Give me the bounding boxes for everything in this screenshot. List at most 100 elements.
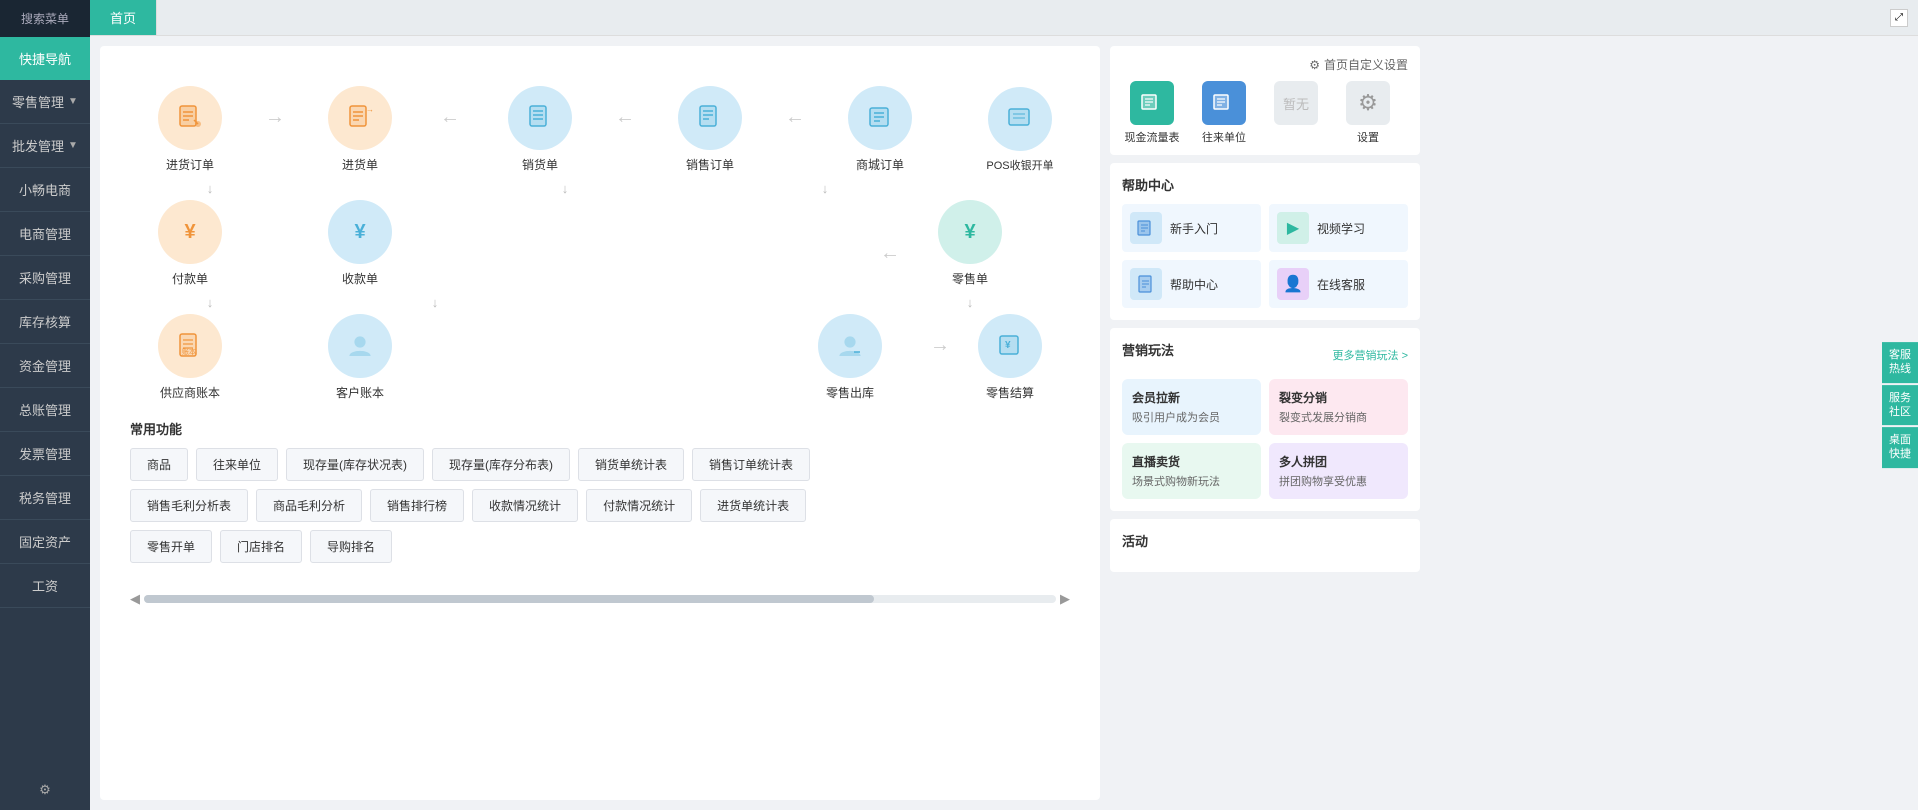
- quick-access-settings[interactable]: ⚙ 首页自定义设置: [1122, 56, 1408, 73]
- scroll-thumb: [144, 595, 874, 603]
- purchase-icon: →: [328, 86, 392, 150]
- flow-node-retail-out[interactable]: 零售出库: [790, 314, 910, 401]
- flow-node-customer-book[interactable]: 客户账本: [300, 314, 420, 401]
- retail-settle-icon: ¥: [978, 314, 1042, 378]
- sidebar-nav-item[interactable]: 快捷导航: [0, 37, 90, 80]
- supplier-book-icon: 账本: [158, 314, 222, 378]
- sidebar-item-salary[interactable]: 工资: [0, 564, 90, 608]
- functions-row2: 销售毛利分析表 商品毛利分析 销售排行榜 收款情况统计 付款情况统计 进货单统计…: [130, 489, 1070, 522]
- help-item-video[interactable]: ▶ 视频学习: [1269, 204, 1408, 252]
- help-item-help[interactable]: 帮助中心: [1122, 260, 1261, 308]
- float-btn-desktop[interactable]: 桌面快捷: [1882, 427, 1918, 468]
- btn-sale-stat[interactable]: 销货单统计表: [578, 448, 684, 481]
- svg-text:账本: 账本: [182, 347, 196, 356]
- payment-icon: ¥: [158, 200, 222, 264]
- sidebar-item-purchase[interactable]: 采购管理: [0, 256, 90, 300]
- qa-item-none[interactable]: 暂无 暂无: [1266, 81, 1326, 145]
- activity-title: 活动: [1122, 531, 1408, 550]
- sidebar-item-ecom2[interactable]: 电商管理: [0, 212, 90, 256]
- quick-access-section: ⚙ 首页自定义设置 现金流量表: [1110, 46, 1420, 155]
- sidebar-item-wholesale[interactable]: 批发管理 ▼: [0, 124, 90, 168]
- flow-node-sale[interactable]: 销货单: [480, 86, 600, 173]
- btn-stock-status[interactable]: 现存量(库存状况表): [286, 448, 424, 481]
- flow-node-receipt[interactable]: ¥ 收款单: [300, 200, 420, 287]
- qa-item-counterpart[interactable]: 往来单位: [1194, 81, 1254, 145]
- down-arrow-sales-order: ↓: [500, 181, 630, 196]
- btn-purchase-stat[interactable]: 进货单统计表: [700, 489, 806, 522]
- tab-home[interactable]: 首页: [90, 0, 157, 35]
- flow-node-purchase[interactable]: → 进货单: [300, 86, 420, 173]
- float-btn-community[interactable]: 服务社区: [1882, 385, 1918, 426]
- marketing-header: 营销玩法 更多营销玩法 >: [1122, 340, 1408, 369]
- marketing-grid: 会员拉新 吸引用户成为会员 裂变分销 裂变式发展分销商 直播卖货 场景式购物新玩…: [1122, 379, 1408, 499]
- help-item-service[interactable]: 👤 在线客服: [1269, 260, 1408, 308]
- qa-item-cashflow[interactable]: 现金流量表: [1122, 81, 1182, 145]
- video-icon: ▶: [1277, 212, 1309, 244]
- sidebar-item-assets[interactable]: 固定资产: [0, 520, 90, 564]
- retail-out-icon: [818, 314, 882, 378]
- flow-node-payment[interactable]: ¥ 付款单: [130, 200, 250, 287]
- sidebar-item-ecom1[interactable]: 小畅电商: [0, 168, 90, 212]
- flow-node-purchase-order[interactable]: 进货订单: [130, 86, 250, 173]
- sales-order-icon: [678, 86, 742, 150]
- expand-button[interactable]: ⤢: [1890, 9, 1908, 27]
- chevron-down-icon: ▼: [68, 96, 78, 107]
- help-grid: 新手入门 ▶ 视频学习: [1122, 204, 1408, 308]
- btn-goods-profit[interactable]: 商品毛利分析: [256, 489, 362, 522]
- marketing-title: 营销玩法: [1122, 340, 1174, 359]
- down-arrow-pos: ↓: [760, 181, 890, 196]
- btn-store-rank[interactable]: 门店排名: [220, 530, 302, 563]
- scroll-left-btn[interactable]: ◀: [130, 591, 140, 607]
- tab-bar: 首页 ⤢: [90, 0, 1918, 36]
- marketing-card-fission[interactable]: 裂变分销 裂变式发展分销商: [1269, 379, 1408, 435]
- sidebar-item-funds[interactable]: 资金管理: [0, 344, 90, 388]
- sidebar-item-invoice[interactable]: 发票管理: [0, 432, 90, 476]
- none-icon: 暂无: [1274, 81, 1318, 125]
- quick-access-items: 现金流量表 往来单位: [1122, 81, 1408, 145]
- marketing-card-group[interactable]: 多人拼团 拼团购物享受优惠: [1269, 443, 1408, 499]
- sidebar-item-inventory[interactable]: 库存核算: [0, 300, 90, 344]
- btn-sale-rank[interactable]: 销售排行榜: [370, 489, 464, 522]
- flow-node-supplier-book[interactable]: 账本 供应商账本: [130, 314, 250, 401]
- marketing-card-member[interactable]: 会员拉新 吸引用户成为会员: [1122, 379, 1261, 435]
- help-item-beginner[interactable]: 新手入门: [1122, 204, 1261, 252]
- btn-guide-rank[interactable]: 导购排名: [310, 530, 392, 563]
- flow-node-mall-order[interactable]: 商城订单: [820, 86, 940, 173]
- sidebar-search[interactable]: 搜索菜单: [0, 0, 90, 37]
- arrow-right-2: ←: [770, 106, 820, 153]
- sidebar-item-ledger[interactable]: 总账管理: [0, 388, 90, 432]
- float-btn-service[interactable]: 客服热线: [1882, 342, 1918, 383]
- flow-node-retail-settle[interactable]: ¥ 零售结算: [950, 314, 1070, 401]
- common-title: 常用功能: [130, 419, 1070, 438]
- flow-node-sales-order[interactable]: 销售订单: [650, 86, 770, 173]
- arrow-right-1: →: [250, 106, 300, 153]
- marketing-card-live[interactable]: 直播卖货 场景式购物新玩法: [1122, 443, 1261, 499]
- btn-counterpart[interactable]: 往来单位: [196, 448, 278, 481]
- help-doc-icon: [1130, 268, 1162, 300]
- btn-stock-dist[interactable]: 现存量(库存分布表): [432, 448, 570, 481]
- arrow-left-2: ←: [600, 106, 650, 153]
- sidebar-item-tax[interactable]: 税务管理: [0, 476, 90, 520]
- gear-icon: ⚙: [1309, 58, 1320, 72]
- sidebar-item-retail[interactable]: 零售管理 ▼: [0, 80, 90, 124]
- flow-node-retail[interactable]: ¥ 零售单: [910, 200, 1030, 287]
- scroll-right-btn[interactable]: ▶: [1060, 591, 1070, 607]
- btn-sale-profit[interactable]: 销售毛利分析表: [130, 489, 248, 522]
- btn-receipt-stat[interactable]: 收款情况统计: [472, 489, 578, 522]
- btn-payment-stat[interactable]: 付款情况统计: [586, 489, 692, 522]
- activity-section: 活动: [1110, 519, 1420, 572]
- scroll-bar[interactable]: ◀ ▶: [120, 591, 1080, 607]
- sidebar-settings-icon[interactable]: ⚙: [0, 770, 90, 810]
- marketing-more-link[interactable]: 更多营销玩法 >: [1333, 347, 1408, 363]
- main-area: 首页 ⤢: [90, 0, 1918, 810]
- down-arrow-retail: ↓: [910, 295, 1030, 310]
- mall-order-icon: [848, 86, 912, 150]
- flow-node-pos[interactable]: POS收银开单: [970, 87, 1070, 173]
- retail-icon: ¥: [938, 200, 1002, 264]
- content-area: 进货订单 → →: [90, 36, 1918, 810]
- btn-sale-order-stat[interactable]: 销售订单统计表: [692, 448, 810, 481]
- help-section: 帮助中心 新手入门: [1110, 163, 1420, 320]
- btn-goods[interactable]: 商品: [130, 448, 188, 481]
- qa-item-settings[interactable]: ⚙ 设置: [1338, 81, 1398, 145]
- btn-retail-order[interactable]: 零售开单: [130, 530, 212, 563]
